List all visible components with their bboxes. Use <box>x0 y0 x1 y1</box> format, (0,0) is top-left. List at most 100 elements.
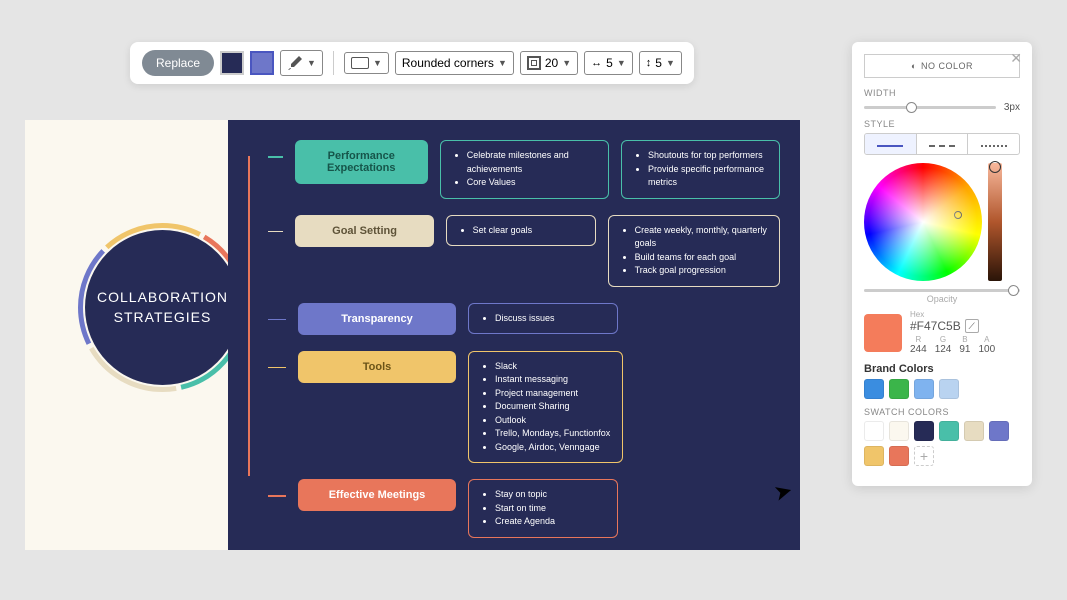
no-color-icon: ◐ <box>911 61 917 71</box>
opacity-slider[interactable] <box>864 289 1020 292</box>
swatch-color[interactable] <box>914 421 934 441</box>
solid-line-icon <box>877 145 903 147</box>
connector-line <box>248 156 250 476</box>
branch-label[interactable]: Effective Meetings <box>298 479 456 511</box>
branch-box[interactable]: Discuss issues <box>468 303 618 335</box>
list-item: Create weekly, monthly, quarterly goals <box>635 224 767 251</box>
color-panel: ✕ ◐ NO COLOR WIDTH 3px STYLE Opacity Hex… <box>852 42 1032 486</box>
list-item: Outlook <box>495 414 610 428</box>
swatch-color[interactable] <box>989 421 1009 441</box>
list-item: Project management <box>495 387 610 401</box>
brand-color-swatch[interactable] <box>914 379 934 399</box>
branch-row: Effective Meetings Stay on topicStart on … <box>268 479 780 538</box>
list-item: Slack <box>495 360 610 374</box>
rgba-r[interactable]: 244 <box>910 344 927 355</box>
height-icon: ↕ <box>646 57 652 69</box>
branch-box[interactable]: Create weekly, monthly, quarterly goalsB… <box>608 215 780 287</box>
border-icon <box>527 56 541 70</box>
branch-row: Tools SlackInstant messagingProject manag… <box>268 351 780 464</box>
branch-label[interactable]: Tools <box>298 351 456 383</box>
style-tabs <box>864 133 1020 155</box>
border-width-dropdown[interactable]: 20 ▼ <box>520 51 578 75</box>
caret-icon: ▼ <box>617 58 626 68</box>
wheel-marker[interactable] <box>954 211 962 219</box>
height-dropdown[interactable]: ↕ 5 ▼ <box>639 51 682 75</box>
branch-label[interactable]: Transparency <box>298 303 456 335</box>
replace-button[interactable]: Replace <box>142 50 214 76</box>
swatch-color[interactable] <box>889 446 909 466</box>
fill-color-swatch[interactable] <box>220 51 244 75</box>
caret-icon: ▼ <box>562 58 571 68</box>
width-value: 5 <box>606 56 613 70</box>
swatch-color[interactable] <box>939 421 959 441</box>
brush-dropdown[interactable]: ▼ <box>280 50 323 76</box>
divider <box>333 51 334 75</box>
list-item: Instant messaging <box>495 373 610 387</box>
list-item: Discuss issues <box>495 312 605 326</box>
list-item: Document Sharing <box>495 400 610 414</box>
corners-label: Rounded corners <box>402 56 494 70</box>
rgba-g[interactable]: 124 <box>935 344 952 355</box>
current-color-swatch[interactable] <box>864 314 902 352</box>
width-icon: ↔ <box>591 57 602 69</box>
brand-colors-title: Brand Colors <box>864 363 1020 375</box>
brand-color-swatch[interactable] <box>864 379 884 399</box>
eyedropper-button[interactable]: ⟋ <box>965 319 979 333</box>
branch-box[interactable]: Shoutouts for top performersProvide spec… <box>621 140 780 199</box>
hex-label: Hex <box>910 310 1020 319</box>
swatch-color[interactable] <box>889 421 909 441</box>
close-icon[interactable]: ✕ <box>1010 50 1022 67</box>
center-title: COLLABORATION STRATEGIES <box>85 230 240 385</box>
caret-icon: ▼ <box>373 58 382 68</box>
branch-row: Performance Expectations Celebrate milest… <box>268 140 780 199</box>
branch-box[interactable]: SlackInstant messagingProject management… <box>468 351 623 464</box>
connector-line <box>268 319 286 321</box>
swatch-color[interactable] <box>964 421 984 441</box>
width-slider[interactable]: 3px <box>864 102 1020 113</box>
no-color-button[interactable]: ◐ NO COLOR <box>864 54 1020 78</box>
canvas-dark-panel: Performance Expectations Celebrate milest… <box>228 120 800 550</box>
width-dropdown[interactable]: ↔ 5 ▼ <box>584 51 633 75</box>
list-item: Set clear goals <box>473 224 583 238</box>
list-item: Build teams for each goal <box>635 251 767 265</box>
swatch-color[interactable] <box>864 446 884 466</box>
color-wheel[interactable] <box>864 163 982 281</box>
rgba-b[interactable]: 91 <box>959 344 970 355</box>
brightness-slider[interactable] <box>988 163 1002 281</box>
brand-color-swatch[interactable] <box>939 379 959 399</box>
dotted-line-icon <box>981 145 1007 147</box>
style-dashed-tab[interactable] <box>917 134 969 154</box>
branch-box[interactable]: Celebrate milestones and achievementsCor… <box>440 140 609 199</box>
rgba-a[interactable]: 100 <box>979 344 996 355</box>
branch-box[interactable]: Set clear goals <box>446 215 596 247</box>
border-color-swatch[interactable] <box>250 51 274 75</box>
branch-label[interactable]: Goal Setting <box>295 215 433 247</box>
shape-dropdown[interactable]: ▼ <box>344 52 389 74</box>
list-item: Celebrate milestones and achievements <box>467 149 596 176</box>
list-item: Core Values <box>467 176 596 190</box>
toolbar: Replace ▼ ▼ Rounded corners ▼ 20 ▼ ↔ 5 ▼… <box>130 42 694 84</box>
list-item: Google, Airdoc, Venngage <box>495 441 610 455</box>
width-value: 3px <box>1004 102 1020 113</box>
brightness-marker[interactable] <box>989 161 1001 173</box>
corners-dropdown[interactable]: Rounded corners ▼ <box>395 51 514 75</box>
branch-label[interactable]: Performance Expectations <box>295 140 428 184</box>
rectangle-icon <box>351 57 369 69</box>
brand-color-swatch[interactable] <box>889 379 909 399</box>
center-node[interactable]: COLLABORATION STRATEGIES <box>75 220 250 395</box>
branch-row: Transparency Discuss issues <box>268 303 780 335</box>
canvas[interactable]: COLLABORATION STRATEGIES Performance Exp… <box>25 120 800 550</box>
style-solid-tab[interactable] <box>865 134 917 154</box>
swatch-color[interactable] <box>864 421 884 441</box>
list-item: Stay on topic <box>495 488 605 502</box>
caret-icon: ▼ <box>498 58 507 68</box>
brush-icon <box>287 55 303 71</box>
list-item: Trello, Mondays, Functionfox <box>495 427 610 441</box>
add-swatch-button[interactable]: + <box>914 446 934 466</box>
connector-line <box>268 367 286 369</box>
hex-value[interactable]: #F47C5B <box>910 319 961 333</box>
caret-icon: ▼ <box>307 58 316 68</box>
branch-box[interactable]: Stay on topicStart on timeCreate Agenda <box>468 479 618 538</box>
style-dotted-tab[interactable] <box>968 134 1019 154</box>
opacity-label: Opacity <box>864 294 1020 304</box>
